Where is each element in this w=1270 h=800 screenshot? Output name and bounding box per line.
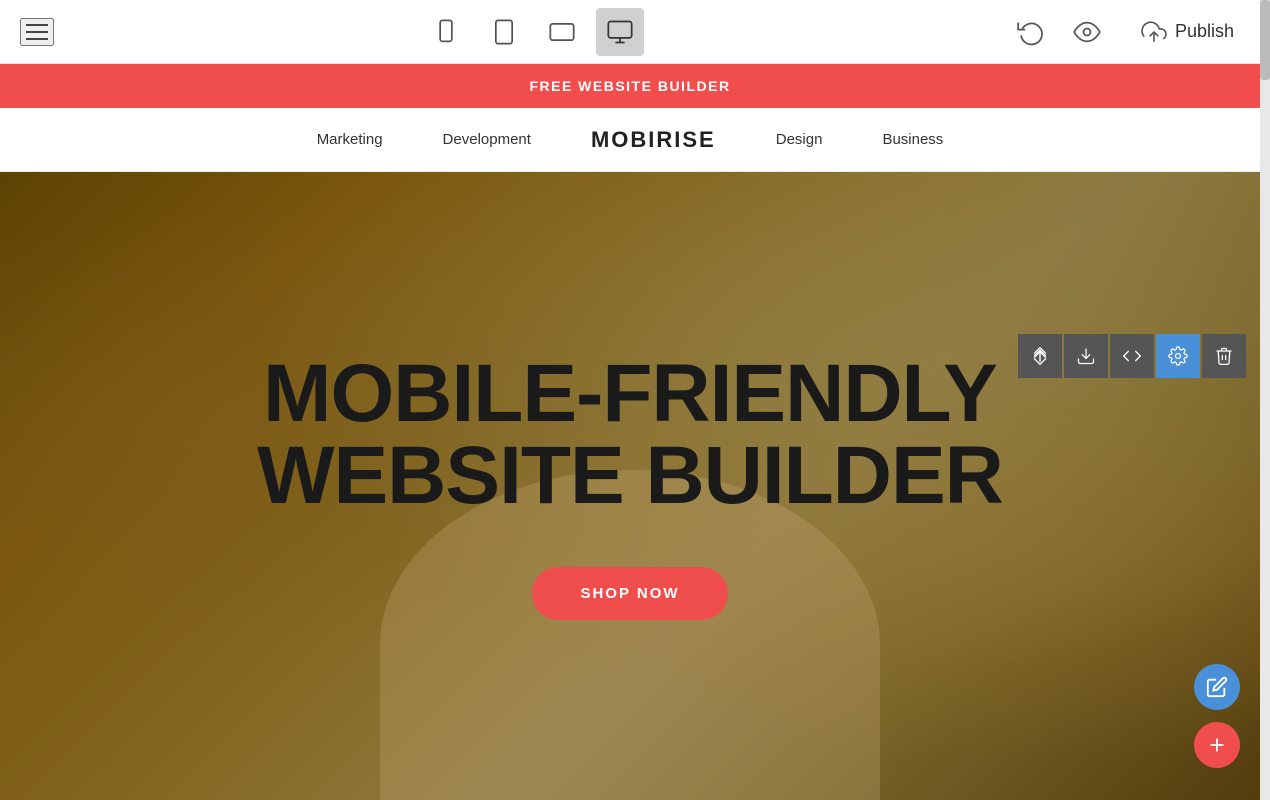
nav-item-development[interactable]: Development xyxy=(443,131,531,148)
code-icon xyxy=(1122,346,1142,366)
edit-code-button[interactable] xyxy=(1110,334,1154,378)
device-switcher xyxy=(422,8,644,56)
promo-banner-text: FREE WEBSITE BUILDER xyxy=(529,78,730,94)
cloud-upload-icon xyxy=(1141,19,1167,45)
download-icon xyxy=(1076,346,1096,366)
move-section-button[interactable] xyxy=(1018,334,1062,378)
pencil-icon xyxy=(1206,676,1228,698)
top-toolbar: Publish xyxy=(0,0,1270,64)
publish-label: Publish xyxy=(1175,21,1234,42)
fab-container xyxy=(1194,664,1240,768)
edit-fab-button[interactable] xyxy=(1194,664,1240,710)
delete-section-button[interactable] xyxy=(1202,334,1246,378)
hero-title-line1: MOBILE-FRIENDLY xyxy=(263,348,997,439)
desktop-icon xyxy=(606,18,634,46)
mobile-icon xyxy=(432,18,460,46)
hamburger-menu-button[interactable] xyxy=(20,18,54,46)
undo-icon xyxy=(1017,18,1045,46)
desktop-view-button[interactable] xyxy=(596,8,644,56)
section-settings-button[interactable] xyxy=(1156,334,1200,378)
scrollbar-track[interactable] xyxy=(1260,0,1270,800)
trash-icon xyxy=(1214,346,1234,366)
gear-icon xyxy=(1168,346,1188,366)
hero-title: MOBILE-FRIENDLY WEBSITE BUILDER xyxy=(257,353,1003,517)
nav-item-design[interactable]: Design xyxy=(776,131,823,148)
promo-banner: FREE WEBSITE BUILDER xyxy=(0,64,1260,108)
publish-button[interactable]: Publish xyxy=(1125,11,1250,53)
hero-section: MOBILE-FRIENDLY WEBSITE BUILDER SHOP NOW xyxy=(0,172,1260,800)
section-tools xyxy=(1018,334,1246,378)
plus-icon xyxy=(1206,734,1228,756)
undo-button[interactable] xyxy=(1013,14,1049,50)
hero-title-line2: WEBSITE BUILDER xyxy=(257,430,1003,521)
navbar: Marketing Development MOBIRISE Design Bu… xyxy=(0,108,1260,172)
tablet-icon xyxy=(490,18,518,46)
hero-cta-button[interactable]: SHOP NOW xyxy=(532,567,727,620)
nav-item-business[interactable]: Business xyxy=(882,131,943,148)
toolbar-right: Publish xyxy=(1013,11,1250,53)
tablet-landscape-icon xyxy=(548,18,576,46)
canvas-area: FREE WEBSITE BUILDER Marketing Developme… xyxy=(0,64,1260,800)
toolbar-left xyxy=(20,18,54,46)
add-section-fab-button[interactable] xyxy=(1194,722,1240,768)
mobile-view-button[interactable] xyxy=(422,8,470,56)
tablet-landscape-view-button[interactable] xyxy=(538,8,586,56)
hero-content: MOBILE-FRIENDLY WEBSITE BUILDER SHOP NOW xyxy=(257,353,1003,620)
nav-item-marketing[interactable]: Marketing xyxy=(317,131,383,148)
nav-logo: MOBIRISE xyxy=(591,127,716,153)
scrollbar-thumb[interactable] xyxy=(1260,0,1270,80)
download-section-button[interactable] xyxy=(1064,334,1108,378)
eye-icon xyxy=(1073,18,1101,46)
arrows-updown-icon xyxy=(1030,346,1050,366)
tablet-view-button[interactable] xyxy=(480,8,528,56)
preview-button[interactable] xyxy=(1069,14,1105,50)
